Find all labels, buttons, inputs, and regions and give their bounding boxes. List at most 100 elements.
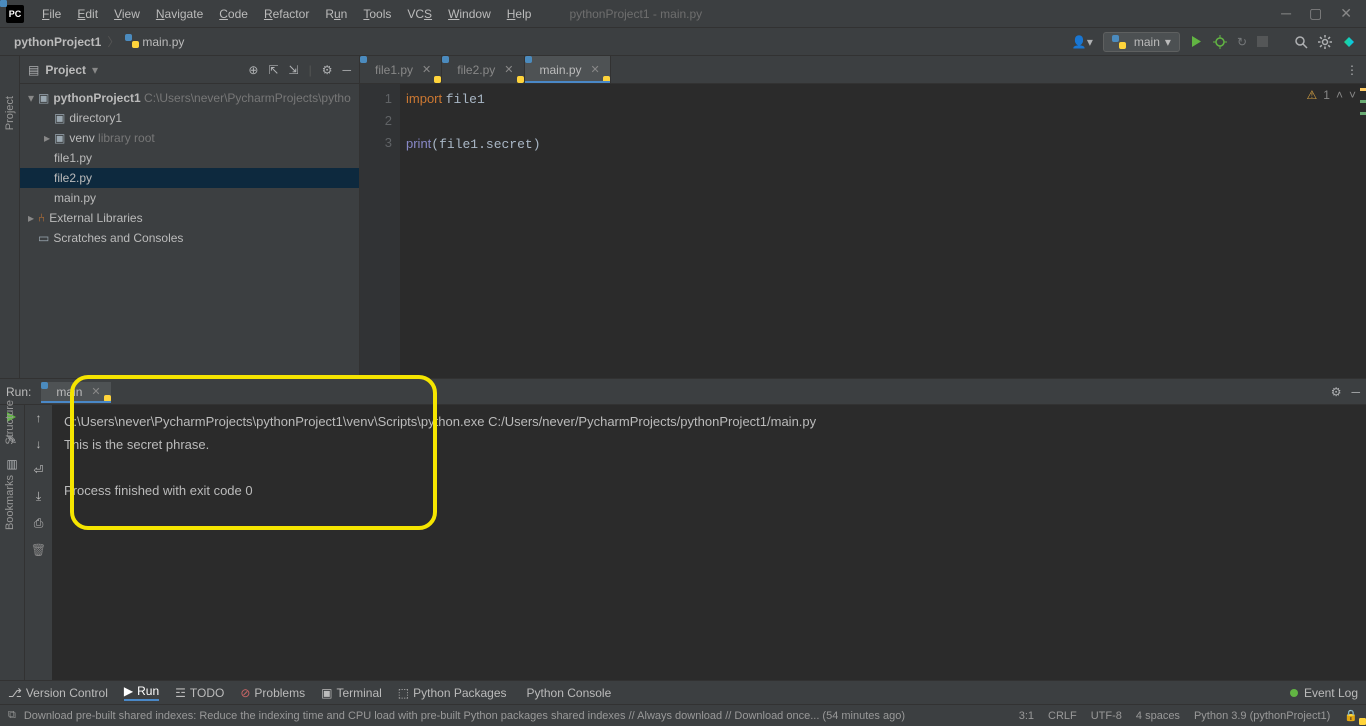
tool-python-packages[interactable]: ⬚Python Packages (398, 686, 507, 700)
user-icon[interactable]: 👤▾ (1072, 35, 1093, 49)
run-config-selector[interactable]: main ▾ (1103, 32, 1180, 52)
debug-button[interactable] (1213, 35, 1227, 49)
tool-window-quick-access[interactable]: ⧉ (8, 709, 16, 722)
tab-list-button[interactable]: ⋮ (1346, 63, 1358, 77)
settings-icon[interactable]: ⚙ (322, 63, 333, 77)
chevron-down-icon: ▾ (1165, 35, 1171, 49)
status-message[interactable]: Download pre-built shared indexes: Reduc… (24, 710, 905, 722)
event-indicator-icon (1290, 689, 1298, 697)
menu-vcs[interactable]: VCS (399, 3, 440, 25)
menu-edit[interactable]: Edit (69, 3, 106, 25)
status-interpreter[interactable]: Python 3.9 (pythonProject1) (1194, 710, 1330, 722)
breadcrumb-file[interactable]: main.py (121, 34, 188, 49)
print-button[interactable]: ⎙ (34, 516, 44, 531)
stop-button[interactable] (1257, 36, 1268, 47)
app-icon: PC (6, 5, 24, 23)
navigation-bar: pythonProject1 〉 main.py 👤▾ main ▾ ↻ (0, 28, 1366, 56)
tree-root[interactable]: ▾▣ pythonProject1 C:\Users\never\Pycharm… (20, 88, 359, 108)
scroll-to-end-button[interactable]: ⤓ (36, 489, 41, 504)
python-file-icon (1112, 35, 1126, 49)
menu-bar: PC File Edit View Navigate Code Refactor… (0, 0, 1366, 28)
tool-todo[interactable]: ☲TODO (175, 686, 224, 700)
line-gutter: 123 (360, 84, 400, 378)
project-panel-title[interactable]: Project (45, 63, 86, 77)
sidebar-bookmarks-tab[interactable]: Bookmarks (4, 475, 16, 530)
left-tool-stripe: Project (0, 56, 20, 378)
sidebar-project-tab[interactable]: Project (4, 96, 16, 130)
menu-navigate[interactable]: Navigate (148, 3, 211, 25)
collapse-all-button[interactable]: ⇲ (289, 63, 299, 77)
tree-folder-venv[interactable]: ▸▣venv library root (20, 128, 359, 148)
chevron-down-icon[interactable]: ▾ (92, 63, 98, 77)
tool-version-control[interactable]: ⎇Version Control (8, 686, 108, 700)
project-tree[interactable]: ▾▣ pythonProject1 C:\Users\never\Pycharm… (20, 84, 359, 378)
select-opened-file-button[interactable]: ⊕ (248, 63, 258, 77)
run-panel-label: Run: (6, 385, 31, 399)
tree-file-main[interactable]: main.py (20, 188, 359, 208)
code-editor[interactable]: import file1 print(file1.secret) (400, 84, 1366, 378)
breadcrumb-project[interactable]: pythonProject1 (10, 35, 105, 49)
chevron-down-icon[interactable]: ˅ (1349, 88, 1356, 102)
close-icon[interactable]: ✕ (91, 385, 100, 398)
expand-all-button[interactable]: ⇱ (268, 63, 278, 77)
menu-refactor[interactable]: Refactor (256, 3, 317, 25)
settings-button[interactable] (1318, 35, 1332, 49)
run-coverage-button[interactable]: ↻ (1237, 35, 1247, 49)
window-close-button[interactable]: ✕ (1340, 5, 1352, 22)
close-icon[interactable]: ✕ (591, 63, 600, 76)
search-everywhere-button[interactable] (1294, 35, 1308, 49)
lock-icon[interactable]: 🔒 (1344, 709, 1358, 722)
folder-icon: ▤ (28, 63, 39, 77)
menu-code[interactable]: Code (211, 3, 256, 25)
code-with-me-button[interactable] (1342, 35, 1356, 49)
menu-tools[interactable]: Tools (355, 3, 399, 25)
tab-main[interactable]: main.py✕ (525, 56, 611, 83)
console-output[interactable]: C:\Users\never\PycharmProjects\pythonPro… (52, 405, 1366, 680)
tree-file-file1[interactable]: file1.py (20, 148, 359, 168)
window-title-hint: pythonProject1 - main.py (569, 7, 702, 21)
bottom-tool-stripe: ⎇Version Control ▶Run ☲TODO ⊘Problems ▣T… (0, 680, 1366, 704)
tab-file1[interactable]: file1.py✕ (360, 56, 442, 83)
window-minimize-button[interactable]: ─ (1281, 5, 1291, 22)
clear-button[interactable]: 🗑 (31, 543, 46, 557)
run-tool-window: Run: main ✕ ⚙ ─ ✎ ▥ ↑ ↓ ⏎ ⤓ ⎙ 🗑 C:\Users… (0, 378, 1366, 680)
menu-view[interactable]: View (106, 3, 148, 25)
menu-window[interactable]: Window (440, 3, 499, 25)
tool-event-log[interactable]: Event Log (1304, 686, 1358, 700)
run-tab-main[interactable]: main ✕ (41, 382, 110, 402)
tree-folder-directory1[interactable]: ▣directory1 (20, 108, 359, 128)
menu-run[interactable]: Run (317, 3, 355, 25)
sidebar-structure-tab[interactable]: Structure (4, 400, 16, 445)
tree-scratches[interactable]: ▭Scratches and Consoles (20, 228, 359, 248)
hide-button[interactable]: ─ (1351, 385, 1360, 399)
window-maximize-button[interactable]: ▢ (1309, 5, 1322, 22)
python-file-icon (125, 34, 139, 48)
tool-problems[interactable]: ⊘Problems (240, 686, 305, 700)
status-indent[interactable]: 4 spaces (1136, 710, 1180, 722)
up-button[interactable]: ↑ (36, 411, 42, 425)
run-button[interactable] (1190, 35, 1203, 48)
tool-terminal[interactable]: ▣Terminal (321, 686, 382, 700)
tool-run[interactable]: ▶Run (124, 684, 159, 701)
close-icon[interactable]: ✕ (504, 63, 513, 76)
status-bar: ⧉ Download pre-built shared indexes: Red… (0, 704, 1366, 726)
status-caret-position[interactable]: 3:1 (1019, 710, 1034, 722)
menu-help[interactable]: Help (499, 3, 540, 25)
chevron-up-icon[interactable]: ˄ (1336, 88, 1343, 102)
tree-external-libraries[interactable]: ▸⑃External Libraries (20, 208, 359, 228)
close-icon[interactable]: ✕ (422, 63, 431, 76)
project-tool-window: ▤ Project ▾ ⊕ ⇱ ⇲ | ⚙ ─ ▾▣ pythonProject… (20, 56, 360, 378)
soft-wrap-button[interactable]: ⏎ (33, 463, 43, 477)
hide-button[interactable]: ─ (342, 63, 351, 77)
menu-file[interactable]: File (34, 3, 69, 25)
tree-file-file2[interactable]: file2.py (20, 168, 359, 188)
settings-icon[interactable]: ⚙ (1331, 385, 1342, 399)
status-line-separator[interactable]: CRLF (1048, 710, 1077, 722)
tab-file2[interactable]: file2.py✕ (442, 56, 524, 83)
inspections-widget[interactable]: ⚠1 ˄ ˅ (1307, 88, 1356, 102)
down-button[interactable]: ↓ (36, 437, 42, 451)
editor-area: file1.py✕ file2.py✕ main.py✕ ⋮ 123 impor… (360, 56, 1366, 378)
tool-python-console[interactable]: Python Console (523, 686, 612, 700)
status-encoding[interactable]: UTF-8 (1091, 710, 1122, 722)
editor-tabs: file1.py✕ file2.py✕ main.py✕ ⋮ (360, 56, 1366, 84)
